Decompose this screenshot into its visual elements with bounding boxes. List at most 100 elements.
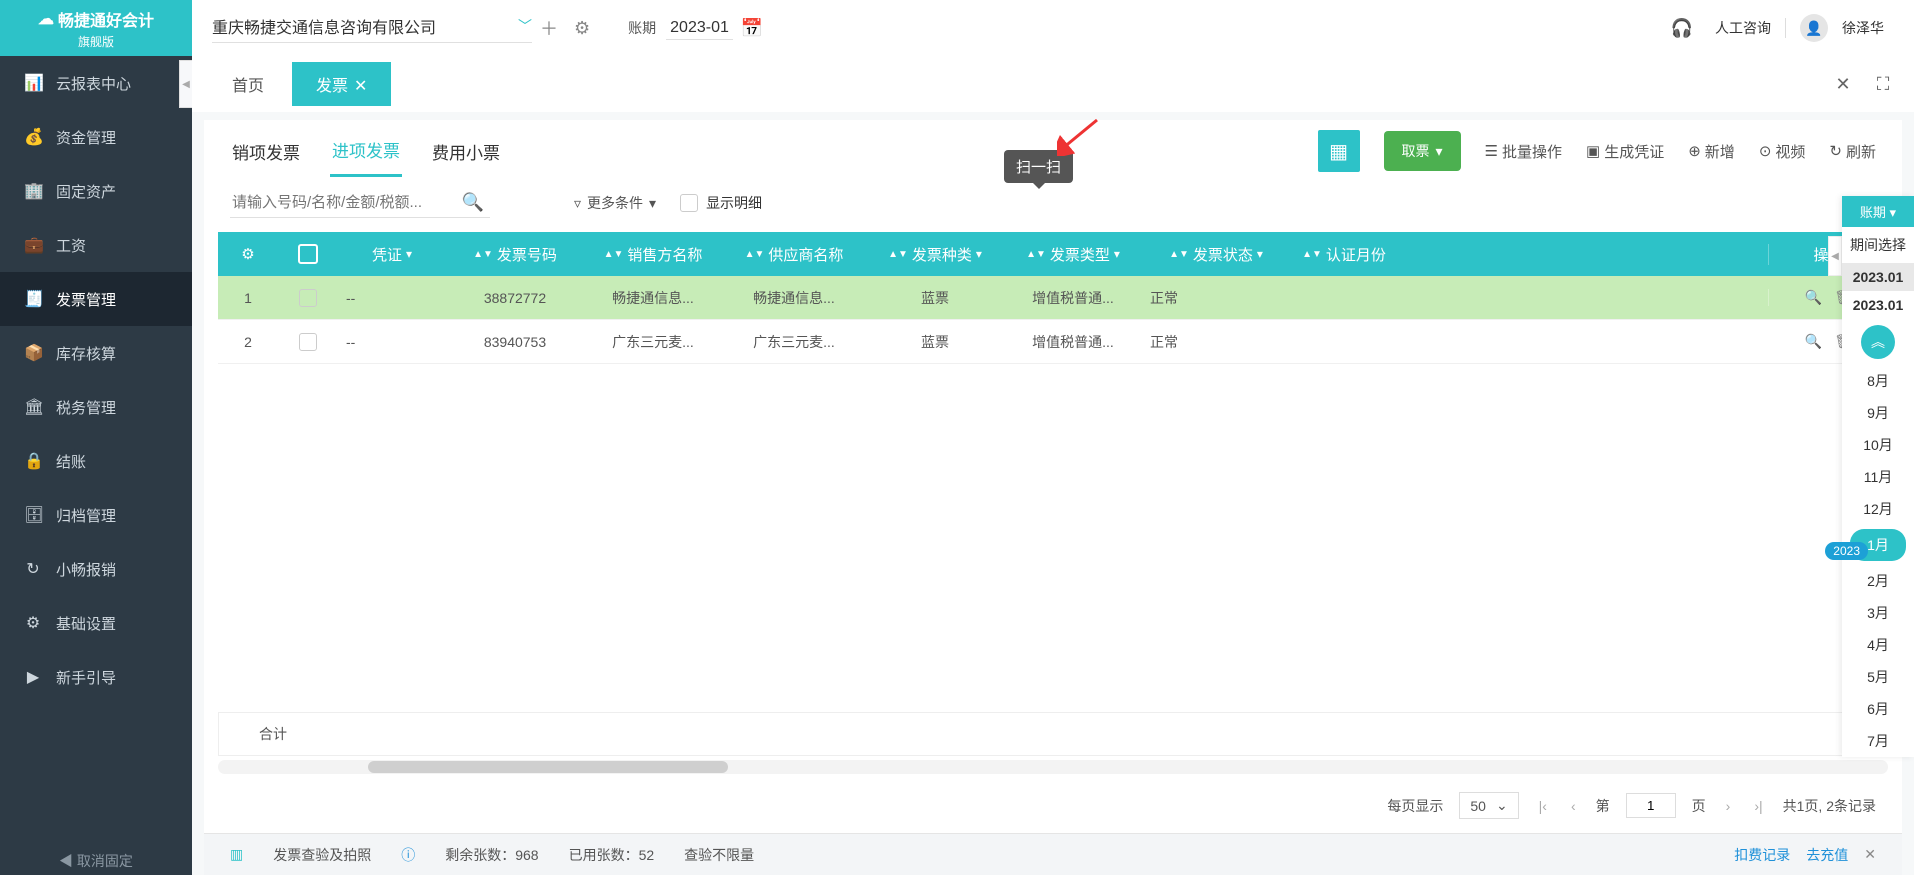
th-type[interactable]: 发票类型: [1050, 244, 1110, 265]
th-supplier[interactable]: 供应商名称: [768, 244, 843, 265]
sidebar-item-assets[interactable]: 🏢固定资产: [0, 164, 192, 218]
table-row[interactable]: 2 -- 83940753 广东三元麦... 广东三元麦... 蓝票 增值税普通…: [218, 320, 1888, 364]
settings-icon[interactable]: ⚙: [566, 14, 598, 43]
th-seller[interactable]: 销售方名称: [627, 244, 702, 265]
show-detail-toggle[interactable]: 显示明细: [680, 193, 762, 213]
filter-icon[interactable]: ▾: [406, 247, 412, 261]
sidebar-item-guide[interactable]: ▶新手引导: [0, 650, 192, 704]
subtab-income[interactable]: 进项发票: [330, 125, 402, 177]
month-item[interactable]: 9月: [1842, 397, 1914, 429]
video-button[interactable]: ⊙视频: [1759, 141, 1806, 162]
tab-home[interactable]: 首页: [208, 62, 288, 106]
period-head-button[interactable]: 账期 ▾: [1842, 196, 1914, 227]
support-link[interactable]: 人工咨询: [1715, 18, 1771, 38]
search-icon[interactable]: 🔍: [462, 192, 484, 213]
refresh-icon: ↻: [1829, 142, 1842, 160]
per-page-select[interactable]: 50⌄: [1459, 792, 1518, 819]
info-icon[interactable]: ⓘ: [401, 845, 415, 865]
add-button[interactable]: ⊕新增: [1688, 141, 1735, 162]
sort-icon[interactable]: ▲▼: [473, 251, 493, 258]
period-panel-handle[interactable]: ◀: [1828, 236, 1842, 276]
calendar-icon[interactable]: 📅: [733, 14, 771, 43]
month-item[interactable]: 5月: [1842, 661, 1914, 693]
sort-icon[interactable]: ▲▼: [1026, 251, 1046, 258]
sort-icon[interactable]: ▲▼: [888, 251, 908, 258]
close-icon[interactable]: ✕: [354, 78, 367, 95]
month-item[interactable]: 10月: [1842, 429, 1914, 461]
tab-invoice[interactable]: 发票✕: [292, 62, 391, 106]
month-item[interactable]: 12月: [1842, 493, 1914, 525]
company-selector[interactable]: 重庆畅捷交通信息咨询有限公司 ﹀: [212, 14, 532, 43]
period-year-start[interactable]: 2023.01: [1842, 263, 1914, 291]
row-checkbox[interactable]: [299, 289, 317, 307]
last-page-button[interactable]: ›|: [1750, 794, 1766, 818]
unfix-sidebar[interactable]: ◀ 取消固定: [0, 851, 192, 871]
sort-icon[interactable]: ▲▼: [1169, 251, 1189, 258]
period-year-end[interactable]: 2023.01: [1842, 291, 1914, 319]
fullscreen-button[interactable]: ⛶: [1868, 69, 1898, 99]
prev-page-button[interactable]: ‹: [1567, 794, 1580, 818]
sidebar-item-invoice[interactable]: 🧾发票管理: [0, 272, 192, 326]
subtab-expense[interactable]: 费用小票: [430, 127, 502, 176]
sidebar-item-reimburse[interactable]: ↻小畅报销: [0, 542, 192, 596]
filter-icon[interactable]: ▾: [1257, 247, 1263, 261]
month-item[interactable]: 3月: [1842, 597, 1914, 629]
page-input[interactable]: [1626, 793, 1676, 818]
sidebar-item-settings[interactable]: ⚙基础设置: [0, 596, 192, 650]
more-conditions-button[interactable]: ▿更多条件▾: [574, 193, 656, 213]
checkbox-icon[interactable]: [680, 194, 698, 212]
search-input[interactable]: [230, 188, 490, 218]
th-kind[interactable]: 发票种类: [912, 244, 972, 265]
sidebar-item-closing[interactable]: 🔒结账: [0, 434, 192, 488]
month-item[interactable]: 7月: [1842, 725, 1914, 757]
sidebar-item-archive[interactable]: 🗄归档管理: [0, 488, 192, 542]
horizontal-scrollbar[interactable]: [218, 760, 1888, 774]
month-item[interactable]: 8月: [1842, 365, 1914, 397]
th-no[interactable]: 发票号码: [497, 244, 557, 265]
next-page-button[interactable]: ›: [1722, 794, 1735, 818]
month-item[interactable]: 4月: [1842, 629, 1914, 661]
support-icon[interactable]: 🎧: [1663, 14, 1701, 43]
table-row[interactable]: 1 -- 38872772 畅捷通信息... 畅捷通信息... 蓝票 增值税普通…: [218, 276, 1888, 320]
bottom-title: 发票查验及拍照: [273, 845, 371, 865]
select-all-checkbox[interactable]: [298, 244, 318, 264]
fetch-invoice-button[interactable]: 取票▾: [1384, 131, 1461, 171]
filter-icon[interactable]: ▾: [976, 247, 982, 261]
gen-voucher-button[interactable]: ▣生成凭证: [1586, 141, 1664, 162]
sidebar-item-salary[interactable]: 💼工资: [0, 218, 192, 272]
filter-icon[interactable]: ▾: [1114, 247, 1120, 261]
sidebar-item-inventory[interactable]: 📦库存核算: [0, 326, 192, 380]
sidebar-item-funds[interactable]: 💰资金管理: [0, 110, 192, 164]
fee-log-link[interactable]: 扣费记录: [1734, 845, 1790, 865]
close-icon[interactable]: ✕: [1864, 846, 1876, 863]
sidebar-collapse-handle[interactable]: ◀: [179, 60, 192, 108]
view-icon[interactable]: 🔍: [1805, 333, 1822, 350]
row-checkbox[interactable]: [299, 333, 317, 351]
month-item[interactable]: 6月: [1842, 693, 1914, 725]
first-page-button[interactable]: |‹: [1535, 794, 1551, 818]
refresh-button[interactable]: ↻刷新: [1829, 141, 1876, 162]
period-value[interactable]: 2023-01: [666, 17, 733, 40]
sidebar-item-tax[interactable]: 🏛税务管理: [0, 380, 192, 434]
view-icon[interactable]: 🔍: [1805, 289, 1822, 306]
month-item[interactable]: 11月: [1842, 461, 1914, 493]
scan-qr-button[interactable]: ▦: [1318, 130, 1360, 172]
close-all-button[interactable]: ✕: [1828, 69, 1858, 99]
scrollbar-thumb[interactable]: [368, 761, 728, 773]
th-status[interactable]: 发票状态: [1193, 244, 1253, 265]
th-month[interactable]: 认证月份: [1326, 244, 1386, 265]
subtab-sales[interactable]: 销项发票: [230, 127, 302, 176]
batch-action-button[interactable]: ☰批量操作: [1485, 141, 1562, 162]
month-item[interactable]: 2月: [1842, 565, 1914, 597]
sort-icon[interactable]: ▲▼: [604, 251, 624, 258]
user-name[interactable]: 徐泽华: [1842, 18, 1884, 38]
avatar[interactable]: 👤: [1800, 14, 1828, 42]
sidebar-item-report[interactable]: 📊云报表中心: [0, 56, 192, 110]
table-settings-icon[interactable]: ⚙: [241, 245, 254, 263]
scroll-up-button[interactable]: ︽: [1861, 325, 1895, 359]
recharge-link[interactable]: 去充值: [1806, 845, 1848, 865]
add-company-button[interactable]: ＋: [532, 11, 566, 45]
sort-icon[interactable]: ▲▼: [1302, 251, 1322, 258]
th-voucher[interactable]: 凭证: [372, 244, 402, 265]
sort-icon[interactable]: ▲▼: [745, 251, 765, 258]
